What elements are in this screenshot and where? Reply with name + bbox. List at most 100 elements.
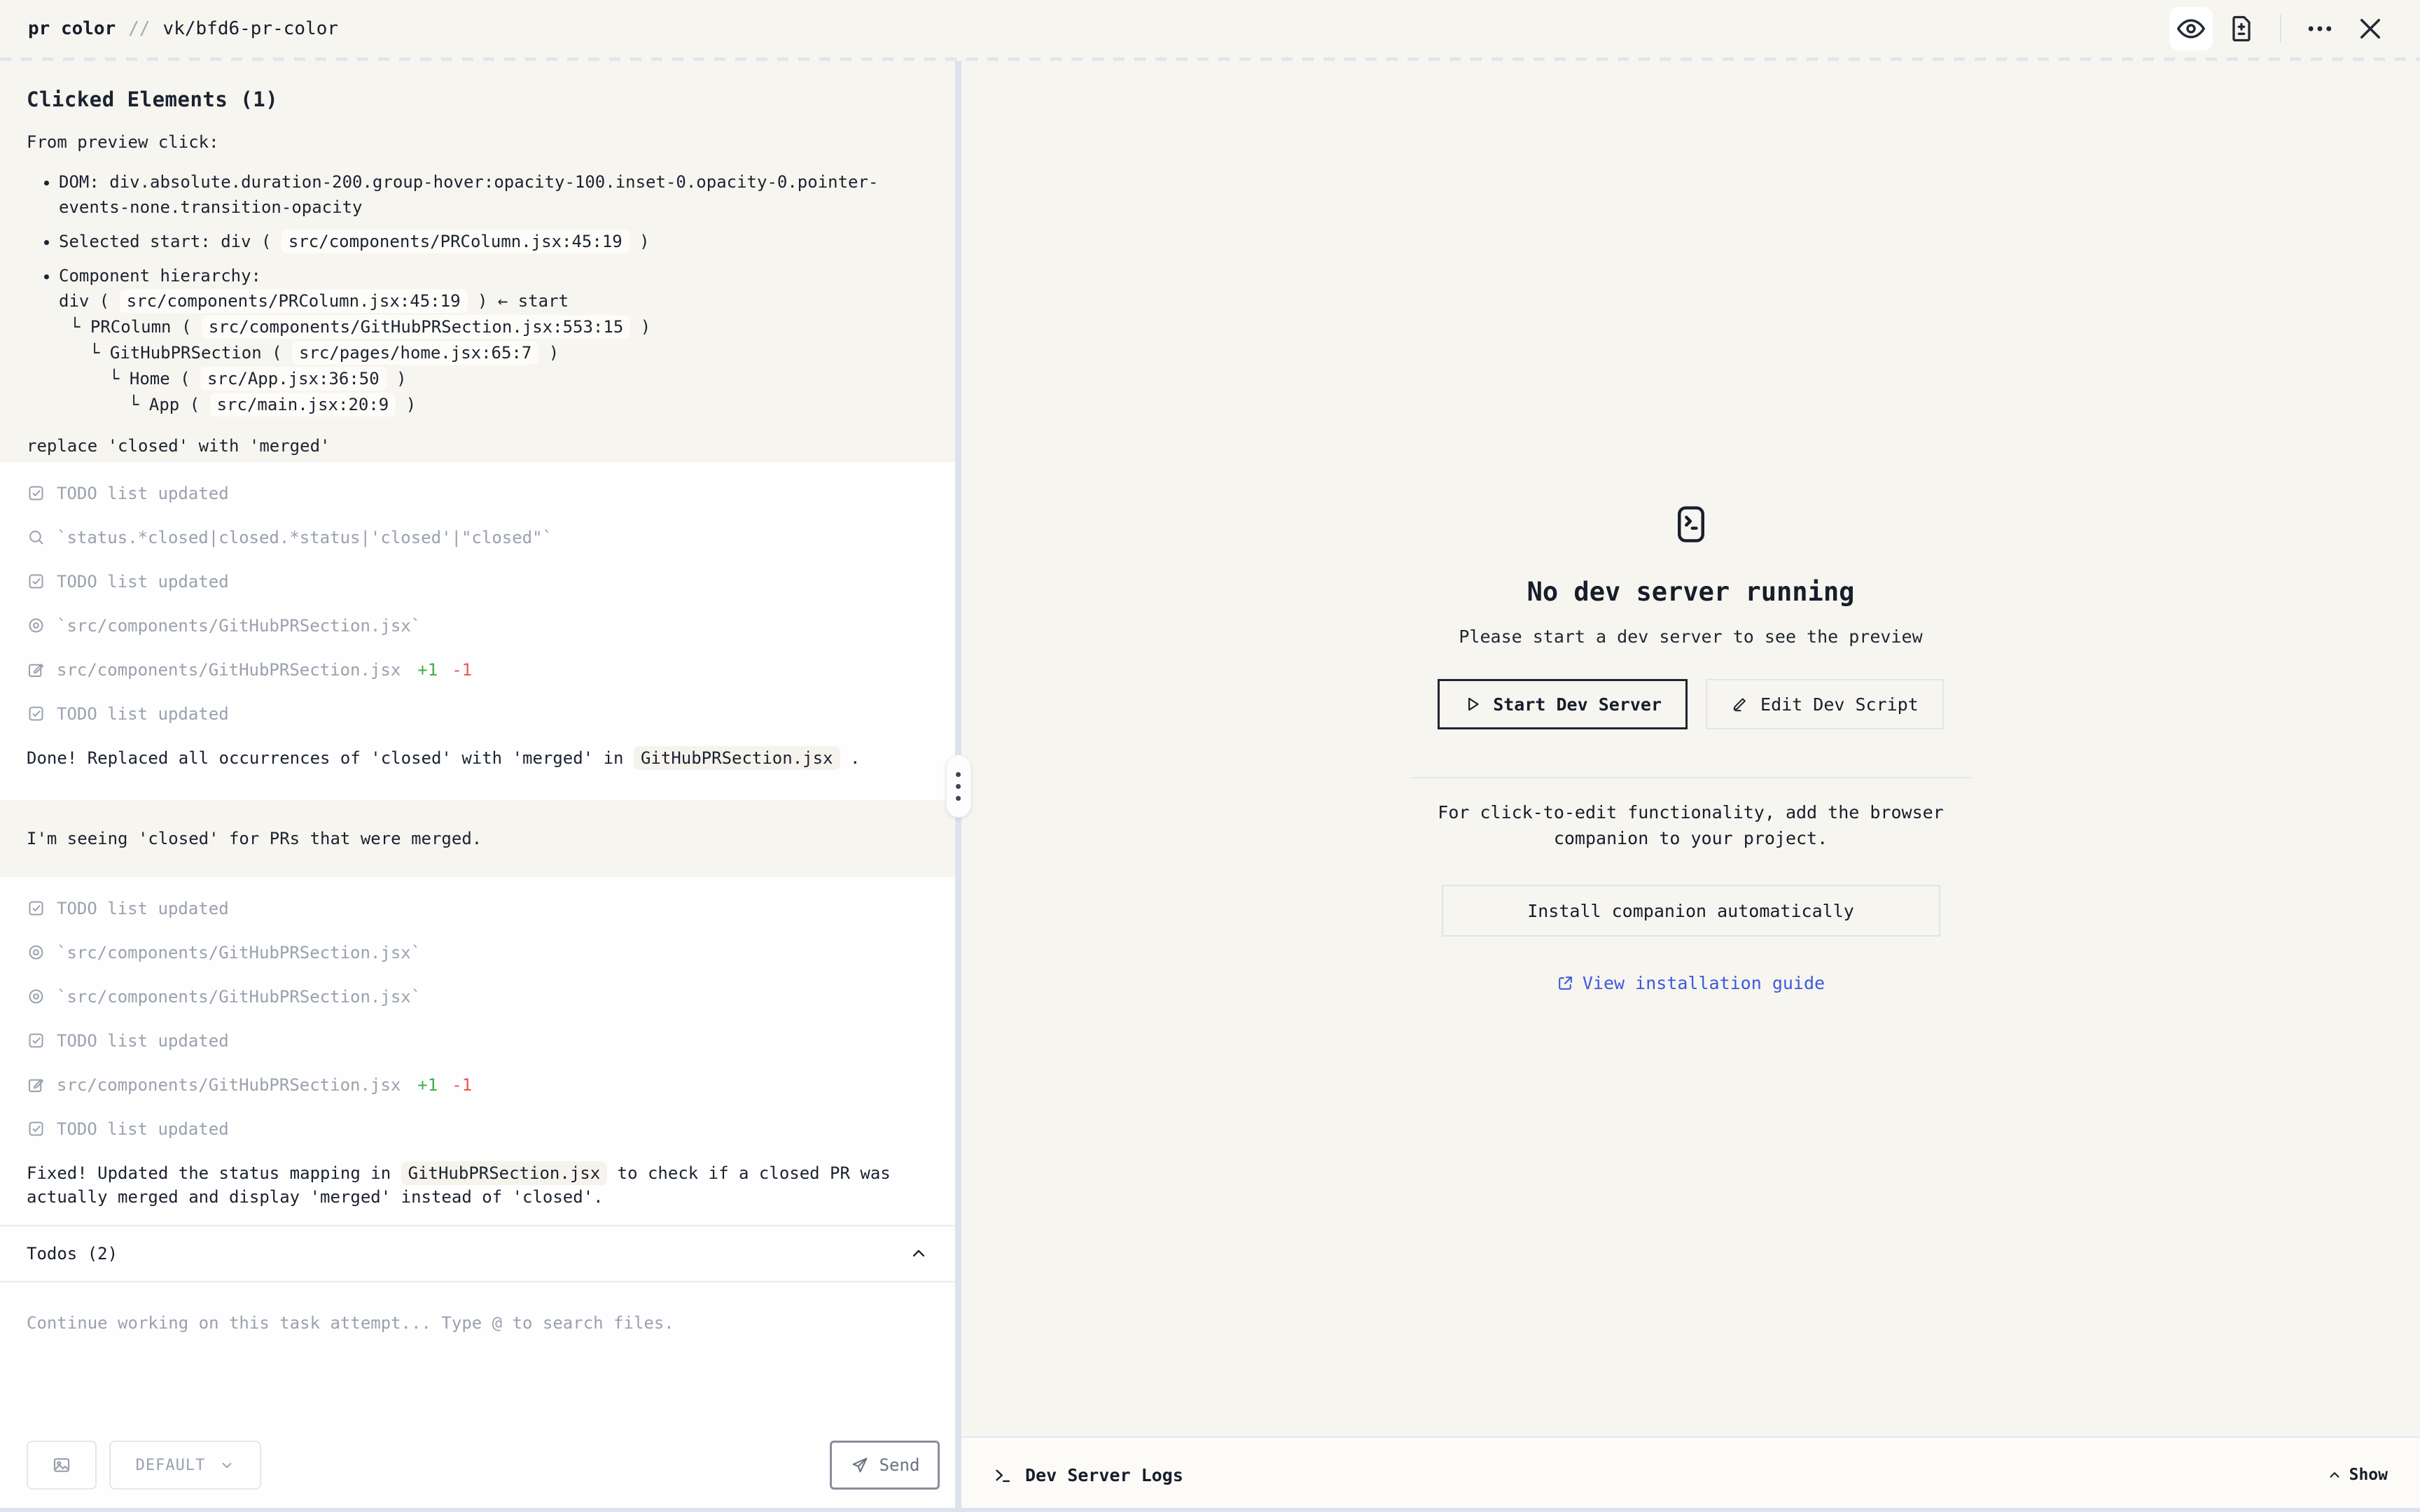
task-title: pr color	[28, 18, 116, 39]
composer-input[interactable]: Continue working on this task attempt...…	[27, 1312, 929, 1335]
titlebar: pr color // vk/bfd6-pr-color	[0, 0, 2420, 57]
dev-server-empty-state: No dev server running Please start a dev…	[1410, 504, 1971, 993]
dev-server-logs-toggle[interactable]: Dev Server Logs	[994, 1465, 1183, 1485]
component-hierarchy-tree: div ( src/components/PRColumn.jsx:45:19 …	[59, 288, 929, 418]
composer: Continue working on this task attempt...…	[0, 1282, 955, 1512]
show-label: Show	[2349, 1466, 2388, 1484]
tool-call-todo-updated[interactable]: TODO list updated	[27, 1117, 929, 1140]
variant-value: DEFAULT	[135, 1456, 206, 1474]
titlebar-actions	[2169, 7, 2392, 50]
todos-label: Todos (2)	[27, 1244, 118, 1264]
tool-call-edit-file[interactable]: src/components/GitHubPRSection.jsx +1 -1	[27, 658, 929, 681]
pencil-icon	[1731, 695, 1749, 713]
conversation-panel: Clicked Elements (1) From preview click:…	[0, 61, 955, 1512]
close-button[interactable]	[2349, 7, 2392, 50]
title-separator: //	[128, 18, 151, 39]
hierarchy-row: └ Home ( src/App.jsx:36:50 )	[59, 366, 929, 392]
file-path-chip: src/App.jsx:36:50	[200, 367, 387, 391]
diff-button[interactable]	[2220, 7, 2263, 50]
breadcrumb: pr color // vk/bfd6-pr-color	[28, 18, 338, 39]
tool-call-read-file[interactable]: `src/components/GitHubPRSection.jsx`	[27, 985, 929, 1008]
close-icon	[2356, 14, 2385, 43]
file-edit-icon	[27, 1075, 46, 1094]
hierarchy-row: └ PRColumn ( src/components/GitHubPRSect…	[59, 314, 929, 340]
diff-additions: +1	[417, 659, 438, 680]
panel-resize-divider[interactable]	[945, 61, 971, 1512]
hierarchy-row: └ GitHubPRSection ( src/pages/home.jsx:6…	[59, 340, 929, 366]
panel-drag-handle[interactable]	[945, 755, 971, 818]
terminal-icon	[1672, 504, 1710, 545]
file-path-chip: GitHubPRSection.jsx	[401, 1161, 608, 1185]
file-read-icon	[27, 943, 46, 962]
preview-panel: No dev server running Please start a dev…	[961, 61, 2420, 1512]
tool-call-read-file[interactable]: `src/components/GitHubPRSection.jsx`	[27, 941, 929, 964]
chevron-up-icon	[2327, 1467, 2342, 1483]
todo-check-icon	[27, 899, 46, 918]
titlebar-divider	[2280, 15, 2281, 43]
dom-line: DOM: div.absolute.duration-200.group-hov…	[59, 169, 929, 220]
clicked-elements-list: DOM: div.absolute.duration-200.group-hov…	[27, 169, 929, 418]
edit-dev-script-button[interactable]: Edit Dev Script	[1706, 679, 1944, 729]
search-icon	[27, 528, 46, 547]
chevron-up-icon	[909, 1244, 929, 1264]
user-message-clicked-elements: Clicked Elements (1) From preview click:…	[0, 61, 955, 462]
tool-call-todo-updated[interactable]: TODO list updated	[27, 1029, 929, 1052]
tool-call-todo-updated[interactable]: TODO list updated	[27, 897, 929, 920]
tool-call-todo-updated[interactable]: TODO list updated	[27, 702, 929, 725]
tool-call-read-file[interactable]: `src/components/GitHubPRSection.jsx`	[27, 614, 929, 637]
install-companion-button[interactable]: Install companion automatically	[1441, 885, 1940, 937]
todo-check-icon	[27, 704, 46, 723]
composer-controls: DEFAULT Send	[27, 1441, 940, 1490]
dev-server-logs-bar: Dev Server Logs Show	[961, 1436, 2420, 1512]
from-preview-click-text: From preview click:	[27, 132, 219, 152]
file-edit-icon	[27, 660, 46, 679]
dev-server-actions: Start Dev Server Edit Dev Script	[1438, 679, 1944, 729]
installation-guide-link[interactable]: View installation guide	[1557, 973, 1825, 993]
file-path-chip: src/components/GitHubPRSection.jsx:553:1…	[201, 315, 631, 339]
diff-deletions: -1	[452, 659, 473, 680]
attach-image-button[interactable]	[27, 1441, 97, 1490]
play-icon	[1463, 695, 1482, 713]
more-options-button[interactable]	[2298, 7, 2342, 50]
tool-call-grep[interactable]: `status.*closed|closed.*status|'closed'|…	[27, 526, 929, 549]
user-prompt-text: replace 'closed' with 'merged'	[27, 436, 331, 456]
external-link-icon	[1557, 974, 1574, 992]
app-root: pr color // vk/bfd6-pr-color Clicked Ele…	[0, 0, 2420, 1512]
file-path-chip: GitHubPRSection.jsx	[633, 746, 840, 770]
user-message-seeing-closed: I'm seeing 'closed' for PRs that were me…	[0, 800, 955, 877]
terminal-prompt-icon	[994, 1466, 1013, 1485]
send-label: Send	[879, 1455, 920, 1475]
file-path-chip: src/pages/home.jsx:65:7	[292, 341, 539, 365]
show-logs-button[interactable]: Show	[2327, 1466, 2388, 1484]
more-options-icon	[2304, 13, 2335, 44]
start-dev-server-button[interactable]: Start Dev Server	[1438, 679, 1688, 729]
file-path-chip: src/components/PRColumn.jsx:45:19	[119, 289, 468, 313]
send-button[interactable]: Send	[830, 1441, 940, 1490]
todo-check-icon	[27, 1031, 46, 1050]
tool-call-todo-updated[interactable]: TODO list updated	[27, 570, 929, 593]
dev-server-logs-label: Dev Server Logs	[1025, 1464, 1183, 1485]
tool-call-edit-file[interactable]: src/components/GitHubPRSection.jsx +1 -1	[27, 1073, 929, 1096]
diff-additions: +1	[417, 1074, 438, 1095]
companion-help-text: For click-to-edit functionality, add the…	[1438, 802, 1944, 848]
file-read-icon	[27, 987, 46, 1006]
chevron-down-icon	[219, 1457, 235, 1473]
empty-state-title: No dev server running	[1527, 577, 1855, 607]
variant-dropdown[interactable]: DEFAULT	[109, 1441, 261, 1490]
clicked-elements-heading: Clicked Elements (1)	[27, 88, 279, 111]
hierarchy-row: └ App ( src/main.jsx:20:9 )	[59, 392, 929, 418]
todo-check-icon	[27, 1119, 46, 1138]
preview-area: No dev server running Please start a dev…	[961, 61, 2420, 1436]
guide-link-label: View installation guide	[1582, 973, 1826, 993]
selected-start-line: Selected start: div ( src/components/PRC…	[59, 229, 929, 254]
file-diff-icon	[2226, 13, 2257, 44]
todos-section-header[interactable]: Todos (2)	[0, 1225, 955, 1282]
image-icon	[51, 1455, 72, 1476]
branch-name: vk/bfd6-pr-color	[162, 18, 338, 39]
assistant-fixed-message: Fixed! Updated the status mapping in Git…	[27, 1161, 923, 1209]
preview-toggle-button[interactable]	[2169, 7, 2213, 50]
paper-plane-icon	[850, 1455, 870, 1475]
tool-call-todo-updated[interactable]: TODO list updated	[27, 482, 929, 505]
section-divider	[1410, 777, 1971, 778]
preview-eye-icon	[2175, 13, 2207, 45]
